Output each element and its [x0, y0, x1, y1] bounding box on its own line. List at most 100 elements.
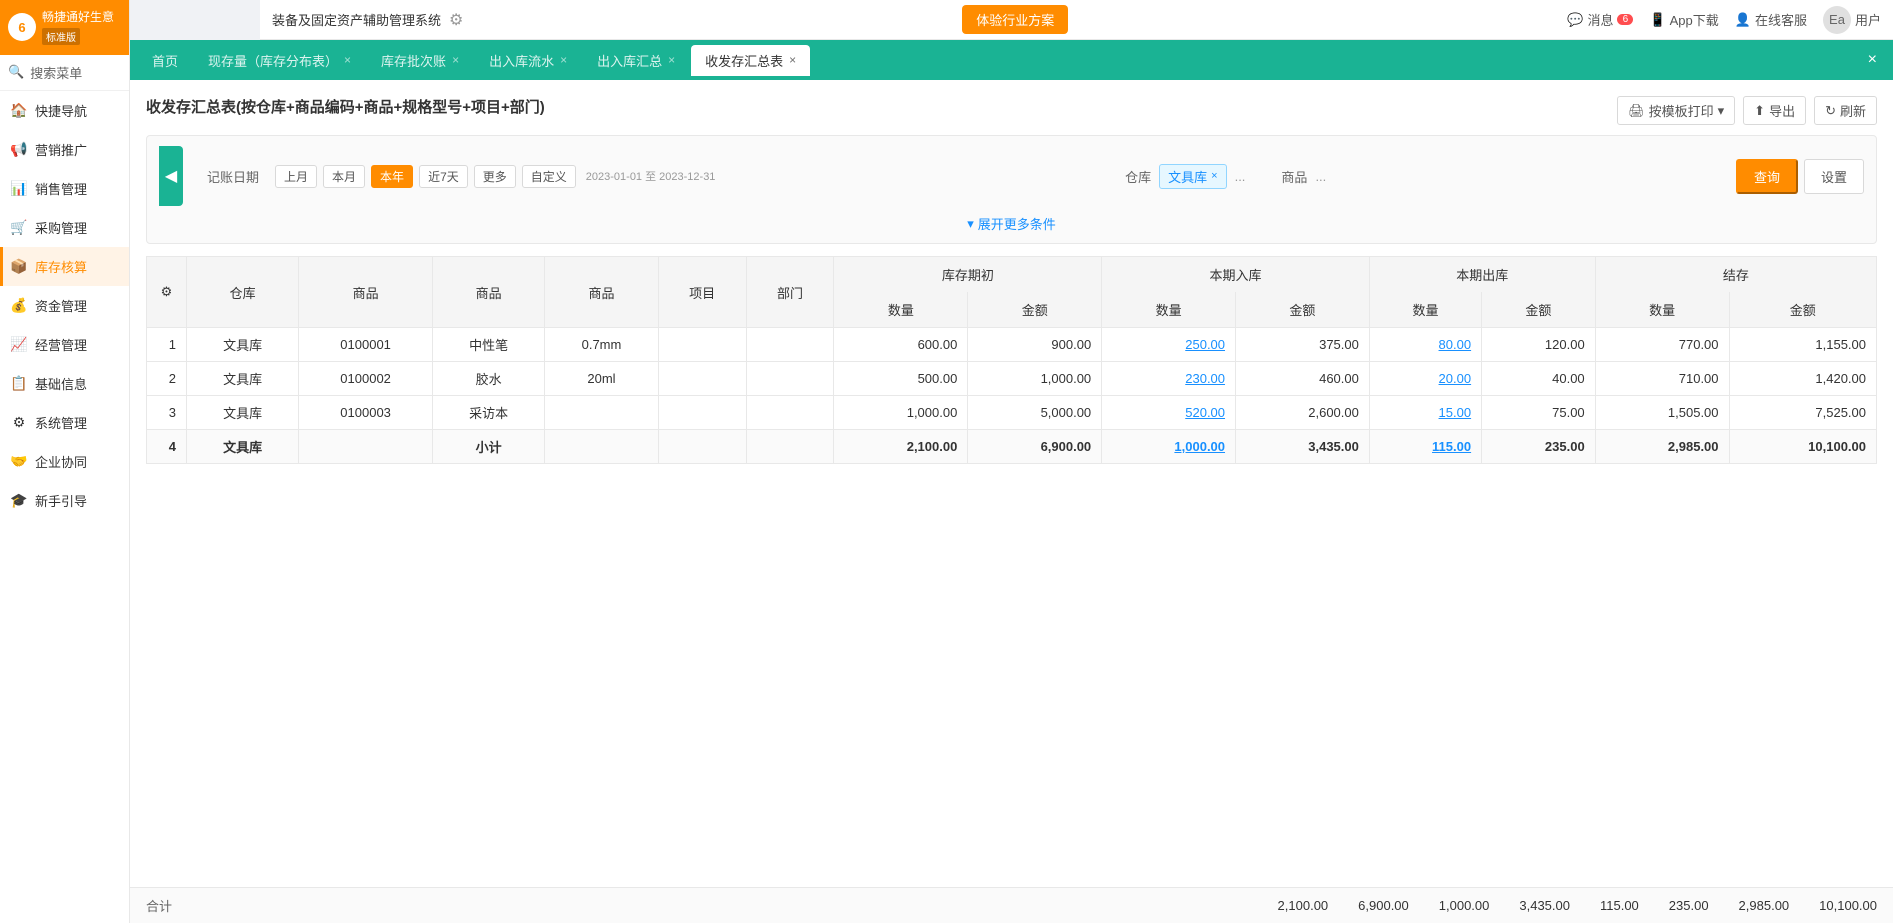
date-prev-month[interactable]: 上月: [275, 165, 317, 188]
row3-out-qty[interactable]: 15.00: [1369, 396, 1481, 430]
online-service-label: 在线客服: [1755, 10, 1807, 29]
tab-home[interactable]: 首页: [138, 45, 192, 76]
management-icon: 📈: [11, 336, 27, 352]
row2-num: 2: [147, 362, 187, 396]
filter-bar: ◀ 记账日期 上月 本月 本年 近7天 更多 自定义 2023-01-01 至 …: [146, 135, 1877, 244]
sidebar-item-finance[interactable]: 💰 资金管理: [0, 286, 129, 325]
tab-recv-summary[interactable]: 收发存汇总表 ×: [691, 45, 810, 76]
row1-out-qty[interactable]: 80.00: [1369, 328, 1481, 362]
tab-home-label: 首页: [152, 51, 178, 70]
row1-in-amt: 375.00: [1236, 328, 1370, 362]
date-custom[interactable]: 自定义: [522, 165, 576, 188]
online-service-action[interactable]: 👤 在线客服: [1735, 10, 1807, 29]
row1-in-qty[interactable]: 250.00: [1102, 328, 1236, 362]
tab-batch-close[interactable]: ×: [452, 53, 459, 67]
row2-init-amt: 1,000.00: [968, 362, 1102, 396]
query-btn[interactable]: 查询: [1736, 159, 1798, 194]
date-cur-month[interactable]: 本月: [323, 165, 365, 188]
footer-out-qty: 115.00: [1600, 898, 1639, 913]
tab-flow-close[interactable]: ×: [560, 53, 567, 67]
row4-in-qty[interactable]: 1,000.00: [1102, 430, 1236, 464]
export-label: 导出: [1769, 101, 1795, 120]
refresh-btn[interactable]: ↻ 刷新: [1814, 96, 1877, 125]
sidebar-label-sales: 销售管理: [35, 179, 87, 198]
message-action[interactable]: 💬 消息 6: [1567, 10, 1633, 29]
row3-bal-qty: 1,505.00: [1595, 396, 1729, 430]
sidebar-label-finance: 资金管理: [35, 296, 87, 315]
set-btn[interactable]: 设置: [1804, 159, 1864, 194]
avatar: Ea: [1823, 6, 1851, 34]
goods-dots[interactable]: ...: [1315, 169, 1326, 184]
tab-batch[interactable]: 库存批次账 ×: [367, 45, 473, 76]
topbar-left: 装备及固定资产辅助管理系统 ⚙: [272, 10, 463, 30]
config-icon[interactable]: ⚙: [449, 10, 463, 30]
row3-in-qty[interactable]: 520.00: [1102, 396, 1236, 430]
sidebar-item-basic[interactable]: 📋 基础信息: [0, 364, 129, 403]
finance-icon: 💰: [11, 297, 27, 313]
footer-bal-amt: 10,100.00: [1819, 898, 1877, 913]
sidebar-item-guide[interactable]: 🎓 新手引导: [0, 481, 129, 520]
row2-out-qty[interactable]: 20.00: [1369, 362, 1481, 396]
warehouse-dots[interactable]: ...: [1235, 169, 1246, 184]
sidebar-label-marketing: 营销推广: [35, 140, 87, 159]
th-warehouse: 仓库: [187, 257, 299, 328]
warehouse-tag-close[interactable]: ×: [1211, 170, 1217, 182]
edition-badge: 标准版: [42, 28, 80, 45]
row2-bal-amt: 1,420.00: [1729, 362, 1876, 396]
marketing-icon: 📢: [11, 141, 27, 157]
date-cur-year[interactable]: 本年: [371, 165, 413, 188]
tab-inout-summary-close[interactable]: ×: [668, 53, 675, 67]
print-btn[interactable]: 🖨 按模板打印 ▾: [1617, 96, 1735, 125]
date-more[interactable]: 更多: [474, 165, 516, 188]
sidebar-item-sales[interactable]: 📊 销售管理: [0, 169, 129, 208]
row2-init-qty: 500.00: [834, 362, 968, 396]
guide-icon: 🎓: [11, 492, 27, 508]
row2-goods: 胶水: [433, 362, 545, 396]
goods-label: 商品: [1281, 167, 1307, 186]
sidebar-item-purchase[interactable]: 🛒 采购管理: [0, 208, 129, 247]
row4-bal-amt: 10,100.00: [1729, 430, 1876, 464]
app-download-action[interactable]: 📱 App下载: [1649, 10, 1718, 29]
sidebar-item-management[interactable]: 📈 经营管理: [0, 325, 129, 364]
expand-btn[interactable]: ▾ 展开更多条件: [967, 214, 1056, 233]
sidebar-item-collab[interactable]: 🤝 企业协同: [0, 442, 129, 481]
tab-flow[interactable]: 出入库流水 ×: [475, 45, 581, 76]
try-btn[interactable]: 体验行业方案: [962, 5, 1068, 34]
message-badge: 6: [1617, 14, 1633, 25]
th-settings[interactable]: ⚙: [147, 257, 187, 328]
row2-warehouse: 文具库: [187, 362, 299, 396]
row4-num: 4: [147, 430, 187, 464]
footer-init-amt: 6,900.00: [1358, 898, 1409, 913]
export-btn[interactable]: ⬆ 导出: [1743, 96, 1806, 125]
row1-warehouse: 文具库: [187, 328, 299, 362]
th-goods-name: 商品: [433, 257, 545, 328]
th-init-amt: 金额: [968, 292, 1102, 328]
collapse-btn[interactable]: ◀: [159, 146, 183, 206]
tab-inout-summary[interactable]: 出入库汇总 ×: [583, 45, 689, 76]
row1-project: [658, 328, 746, 362]
tab-recv-summary-close[interactable]: ×: [789, 53, 796, 67]
row2-in-qty[interactable]: 230.00: [1102, 362, 1236, 396]
tab-inventory-dist-close[interactable]: ×: [344, 53, 351, 67]
tab-close-all[interactable]: ×: [1860, 51, 1885, 69]
row4-warehouse: 文具库: [187, 430, 299, 464]
user-action[interactable]: Ea 用户: [1823, 6, 1881, 34]
sidebar-label-collab: 企业协同: [35, 452, 87, 471]
date-7days[interactable]: 近7天: [419, 165, 468, 188]
row3-in-amt: 2,600.00: [1236, 396, 1370, 430]
refresh-icon: ↻: [1825, 103, 1836, 119]
page-body: 收发存汇总表(按仓库+商品编码+商品+规格型号+项目+部门) 🖨 按模板打印 ▾…: [130, 80, 1893, 923]
row4-out-qty[interactable]: 115.00: [1369, 430, 1481, 464]
warehouse-tag[interactable]: 文具库 ×: [1159, 164, 1226, 189]
sidebar-item-quicknav[interactable]: 🏠 快捷导航: [0, 91, 129, 130]
sidebar-item-marketing[interactable]: 📢 营销推广: [0, 130, 129, 169]
sidebar-item-system[interactable]: ⚙ 系统管理: [0, 403, 129, 442]
row3-code: 0100003: [299, 396, 433, 430]
sidebar-item-inventory[interactable]: 📦 库存核算: [0, 247, 129, 286]
search-menu[interactable]: 🔍 搜索菜单: [0, 55, 129, 91]
expand-icon: ▾: [967, 216, 974, 232]
tab-inventory-dist[interactable]: 现存量（库存分布表） ×: [194, 45, 365, 76]
footer-bar: 合计 2,100.00 6,900.00 1,000.00 3,435.00 1…: [130, 887, 1893, 923]
sidebar-label-system: 系统管理: [35, 413, 87, 432]
row1-goods: 中性笔: [433, 328, 545, 362]
